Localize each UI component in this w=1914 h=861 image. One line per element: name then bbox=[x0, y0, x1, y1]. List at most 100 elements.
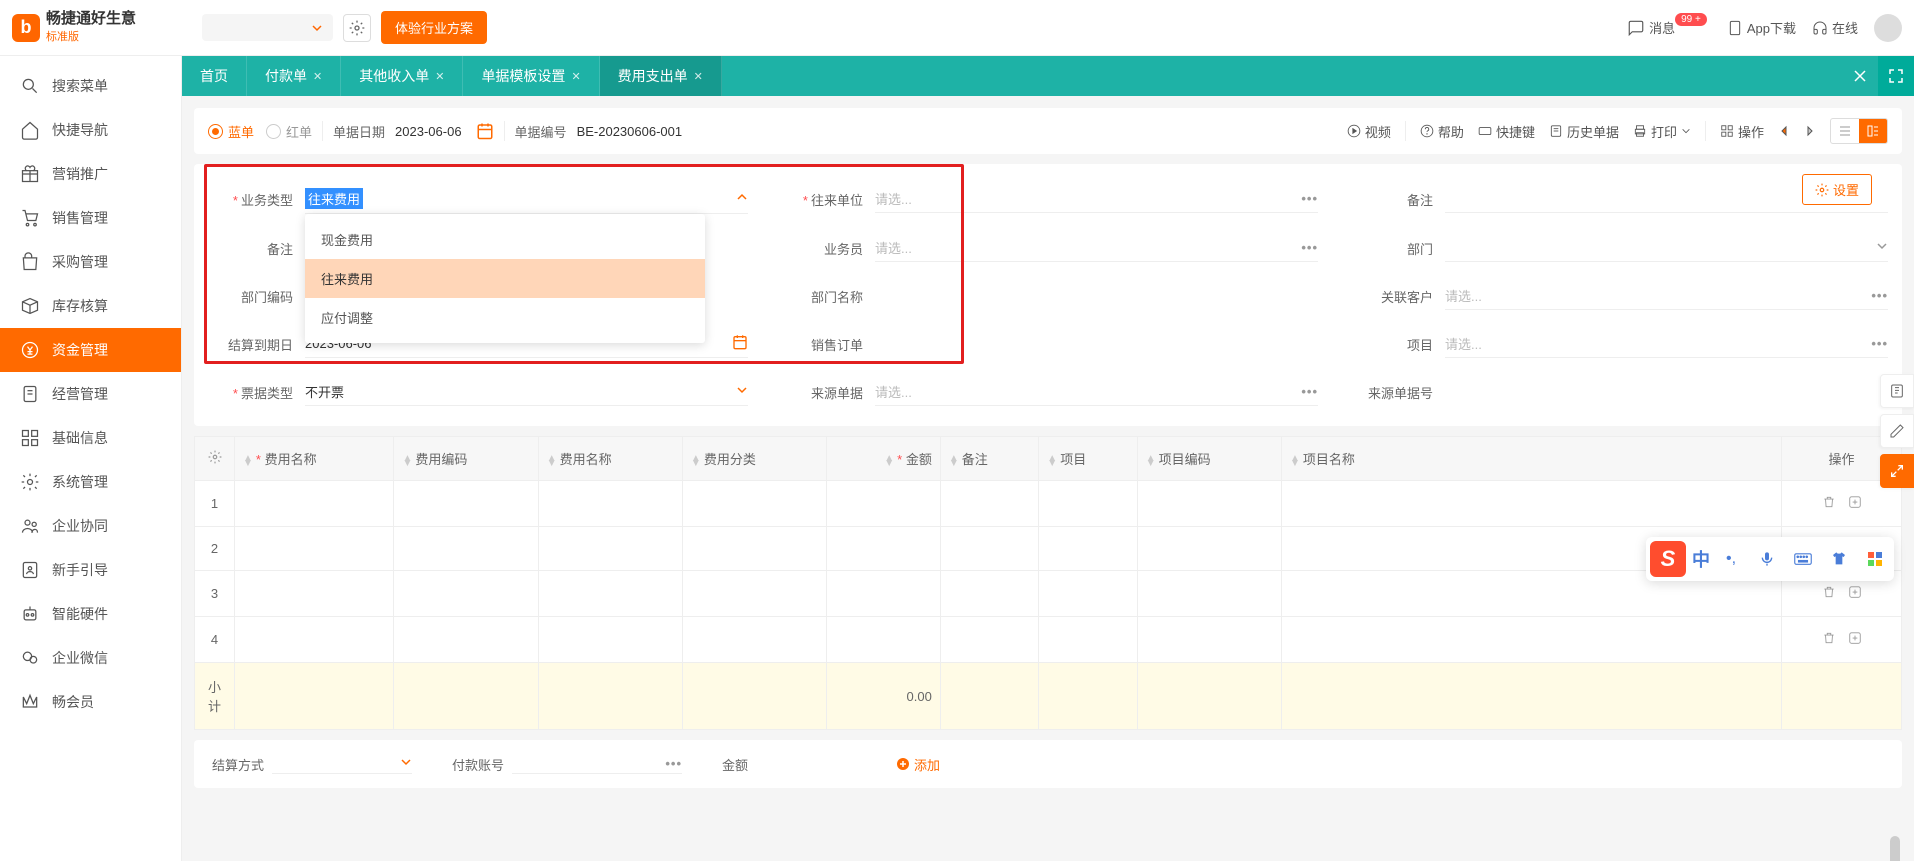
tab-4[interactable]: 费用支出单✕ bbox=[600, 56, 722, 96]
dropdown-option-2[interactable]: 应付调整 bbox=[305, 298, 705, 337]
ime-voice-button[interactable] bbox=[1752, 544, 1782, 574]
more-icon[interactable]: ••• bbox=[1301, 191, 1318, 206]
shortcut-button[interactable]: 快捷键 bbox=[1478, 122, 1535, 141]
experience-button[interactable]: 体验行业方案 bbox=[381, 11, 487, 44]
col-gear[interactable] bbox=[195, 437, 235, 481]
ime-lang-text[interactable]: 中 bbox=[1692, 546, 1710, 572]
source-docno-input[interactable] bbox=[1445, 378, 1888, 406]
app-download-button[interactable]: App下载 bbox=[1727, 18, 1796, 37]
add-settle-button[interactable]: 添加 bbox=[896, 755, 940, 774]
tab-close-icon[interactable]: ✕ bbox=[435, 70, 444, 83]
red-doc-radio[interactable]: 红单 bbox=[266, 122, 312, 141]
calendar-icon[interactable] bbox=[732, 334, 748, 353]
add-row-icon[interactable] bbox=[1848, 631, 1862, 648]
delete-row-icon[interactable] bbox=[1822, 631, 1836, 648]
contact-unit-select[interactable]: 请选... ••• bbox=[875, 185, 1318, 213]
float-edit-button[interactable] bbox=[1880, 414, 1914, 448]
view-detail-button[interactable] bbox=[1859, 119, 1887, 143]
table-row[interactable]: 1 bbox=[195, 481, 1902, 527]
dept-select[interactable] bbox=[1445, 234, 1888, 262]
dept-name-input[interactable] bbox=[875, 282, 1318, 310]
settle-account-select[interactable]: ••• bbox=[512, 754, 682, 774]
col-project[interactable]: ▲▼项目 bbox=[1039, 437, 1137, 481]
more-icon[interactable]: ••• bbox=[1871, 336, 1888, 351]
date-value[interactable]: 2023-06-06 bbox=[395, 124, 462, 139]
sidebar-item-14[interactable]: 畅会员 bbox=[0, 680, 181, 724]
settings-gear-button[interactable] bbox=[343, 14, 371, 42]
tab-1[interactable]: 付款单✕ bbox=[247, 56, 341, 96]
delete-row-icon[interactable] bbox=[1822, 495, 1836, 512]
company-selector[interactable] bbox=[202, 14, 333, 41]
rel-customer-select[interactable]: 请选... ••• bbox=[1445, 282, 1888, 310]
ime-tools-button[interactable] bbox=[1860, 544, 1890, 574]
tab-close-icon[interactable]: ✕ bbox=[571, 70, 580, 83]
vertical-scrollbar[interactable] bbox=[1890, 836, 1900, 861]
sidebar-item-3[interactable]: 销售管理 bbox=[0, 196, 181, 240]
sidebar-item-0[interactable]: 搜索菜单 bbox=[0, 64, 181, 108]
invoice-type-select[interactable]: 不开票 bbox=[305, 378, 748, 406]
settle-amount-input[interactable] bbox=[756, 762, 856, 766]
col-fee-name[interactable]: ▲▼* 费用名称 bbox=[235, 437, 394, 481]
avatar[interactable] bbox=[1874, 14, 1902, 42]
sales-order-input[interactable] bbox=[875, 330, 1318, 358]
float-note-button[interactable] bbox=[1880, 374, 1914, 408]
sidebar-item-9[interactable]: 系统管理 bbox=[0, 460, 181, 504]
dropdown-option-0[interactable]: 现金费用 bbox=[305, 220, 705, 259]
sidebar-item-1[interactable]: 快捷导航 bbox=[0, 108, 181, 152]
print-button[interactable]: 打印 bbox=[1633, 122, 1691, 141]
col-amount[interactable]: ▲▼* 金额 bbox=[827, 437, 941, 481]
operate-button[interactable]: 操作 bbox=[1720, 122, 1764, 141]
table-row[interactable]: 3 bbox=[195, 571, 1902, 617]
sidebar-item-7[interactable]: 经营管理 bbox=[0, 372, 181, 416]
tab-2[interactable]: 其他收入单✕ bbox=[341, 56, 463, 96]
online-service-button[interactable]: 在线 bbox=[1812, 18, 1858, 37]
history-button[interactable]: 历史单据 bbox=[1549, 122, 1619, 141]
salesman-select[interactable]: 请选... ••• bbox=[875, 234, 1318, 262]
view-list-button[interactable] bbox=[1831, 119, 1859, 143]
fullscreen-button[interactable] bbox=[1878, 56, 1914, 96]
sidebar-item-10[interactable]: 企业协同 bbox=[0, 504, 181, 548]
video-button[interactable]: 视频 bbox=[1347, 122, 1391, 141]
calendar-icon[interactable] bbox=[476, 122, 494, 140]
sidebar-item-11[interactable]: 新手引导 bbox=[0, 548, 181, 592]
tab-3[interactable]: 单据模板设置✕ bbox=[463, 56, 599, 96]
sidebar-item-6[interactable]: 资金管理 bbox=[0, 328, 181, 372]
col-remark[interactable]: ▲▼备注 bbox=[940, 437, 1038, 481]
delete-row-icon[interactable] bbox=[1822, 585, 1836, 602]
message-button[interactable]: 消息 99 + bbox=[1627, 18, 1711, 37]
more-icon[interactable]: ••• bbox=[1871, 288, 1888, 303]
float-expand-button[interactable] bbox=[1880, 454, 1914, 488]
ime-keyboard-button[interactable] bbox=[1788, 544, 1818, 574]
remark-input[interactable] bbox=[1445, 185, 1888, 213]
sidebar-item-2[interactable]: 营销推广 bbox=[0, 152, 181, 196]
next-button[interactable] bbox=[1804, 125, 1816, 137]
settle-method-select[interactable] bbox=[272, 754, 412, 774]
table-row[interactable]: 4 bbox=[195, 617, 1902, 663]
sidebar-item-5[interactable]: 库存核算 bbox=[0, 284, 181, 328]
close-all-tabs-button[interactable] bbox=[1842, 56, 1878, 96]
blue-doc-radio[interactable]: 蓝单 bbox=[208, 122, 254, 141]
prev-button[interactable] bbox=[1778, 125, 1790, 137]
biz-type-select[interactable]: 往来费用 现金费用往来费用应付调整 bbox=[305, 184, 748, 214]
add-row-icon[interactable] bbox=[1848, 495, 1862, 512]
sidebar-item-4[interactable]: 采购管理 bbox=[0, 240, 181, 284]
tab-0[interactable]: 首页 bbox=[182, 56, 247, 96]
ime-punct-button[interactable]: •, bbox=[1716, 544, 1746, 574]
ime-skin-button[interactable] bbox=[1824, 544, 1854, 574]
col-fee-category[interactable]: ▲▼费用分类 bbox=[682, 437, 826, 481]
col-project-code[interactable]: ▲▼项目编码 bbox=[1137, 437, 1281, 481]
sidebar-item-12[interactable]: 智能硬件 bbox=[0, 592, 181, 636]
project-select[interactable]: 请选... ••• bbox=[1445, 330, 1888, 358]
more-icon[interactable]: ••• bbox=[1301, 240, 1318, 255]
tab-close-icon[interactable]: ✕ bbox=[694, 70, 703, 83]
sidebar-item-8[interactable]: 基础信息 bbox=[0, 416, 181, 460]
col-project-name[interactable]: ▲▼项目名称 bbox=[1282, 437, 1782, 481]
more-icon[interactable]: ••• bbox=[1301, 384, 1318, 399]
dropdown-option-1[interactable]: 往来费用 bbox=[305, 259, 705, 298]
tab-close-icon[interactable]: ✕ bbox=[313, 70, 322, 83]
ime-bar[interactable]: S 中 •, bbox=[1646, 537, 1894, 581]
sidebar-item-13[interactable]: 企业微信 bbox=[0, 636, 181, 680]
col-fee-name2[interactable]: ▲▼费用名称 bbox=[538, 437, 682, 481]
source-doc-select[interactable]: 请选... ••• bbox=[875, 378, 1318, 406]
add-row-icon[interactable] bbox=[1848, 585, 1862, 602]
